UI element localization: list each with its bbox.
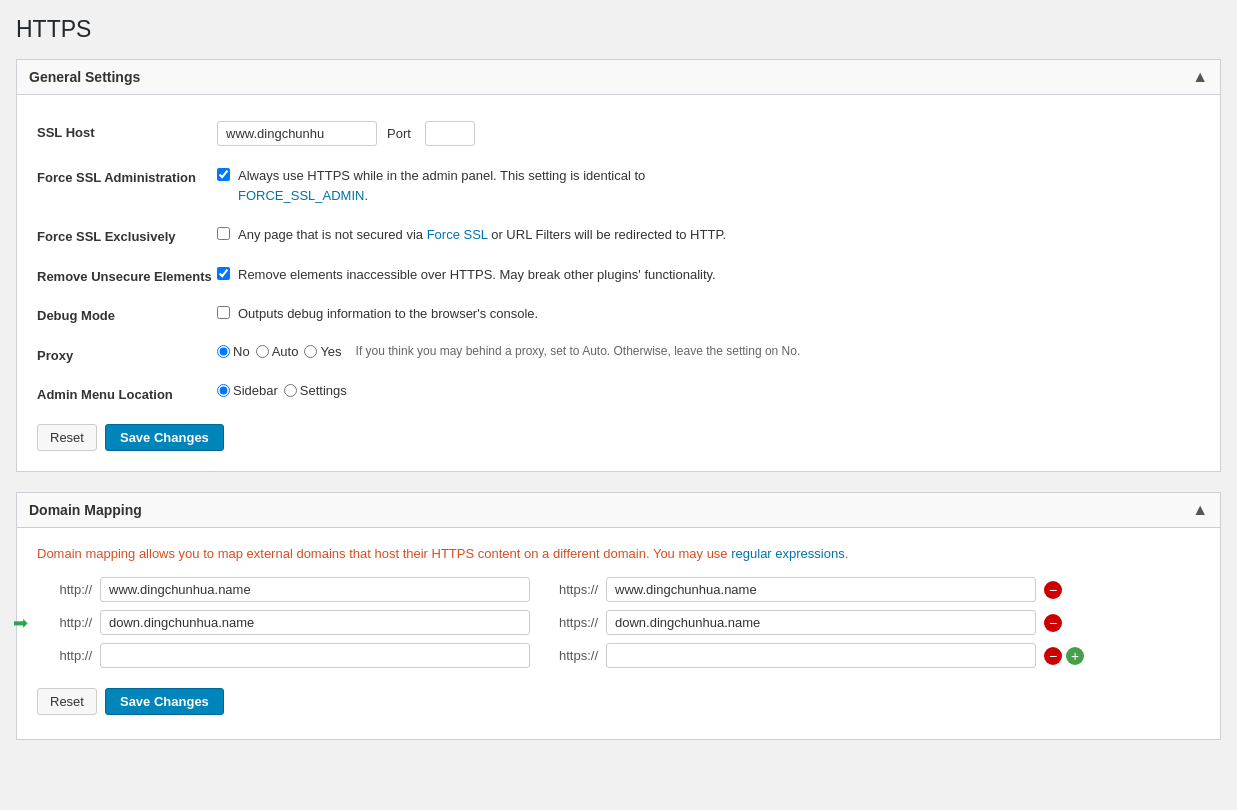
admin-menu-settings-label[interactable]: Settings: [284, 383, 347, 398]
force-ssl-exclusively-label: Force SSL Exclusively: [37, 225, 217, 244]
force-ssl-admin-label: Force SSL Administration: [37, 166, 217, 185]
force-ssl-exclusively-checkbox[interactable]: [217, 227, 230, 240]
remove-row2-button[interactable]: −: [1044, 614, 1062, 632]
force-ssl-admin-text: Always use HTTPS while in the admin pane…: [238, 166, 645, 205]
general-save-button[interactable]: Save Changes: [105, 424, 224, 451]
admin-menu-settings-radio[interactable]: [284, 384, 297, 397]
debug-mode-label: Debug Mode: [37, 304, 217, 323]
ssl-host-input[interactable]: [217, 121, 377, 146]
https-protocol-1: https://: [538, 582, 598, 597]
domain-mapping-body: Domain mapping allows you to map externa…: [17, 528, 1220, 740]
general-settings-toggle[interactable]: ▲: [1192, 68, 1208, 86]
proxy-control: No Auto Yes If you think you may behind …: [217, 344, 1200, 359]
force-ssl-admin-link[interactable]: FORCE_SSL_ADMIN: [238, 188, 364, 203]
domain-reset-button[interactable]: Reset: [37, 688, 97, 715]
force-ssl-admin-control: Always use HTTPS while in the admin pane…: [217, 166, 1200, 205]
http-protocol-2: http://: [37, 615, 92, 630]
general-reset-button[interactable]: Reset: [37, 424, 97, 451]
remove-unsecure-row: Remove Unsecure Elements Remove elements…: [37, 255, 1200, 295]
domain-mapping-buttons: Reset Save Changes: [37, 676, 1200, 719]
general-settings-header: General Settings ▲: [17, 60, 1220, 95]
regular-expressions-link[interactable]: regular expressions: [731, 546, 844, 561]
ssl-host-label: SSL Host: [37, 121, 217, 140]
port-label: Port: [387, 126, 411, 141]
proxy-hint: If you think you may behind a proxy, set…: [356, 344, 801, 358]
http-input-2[interactable]: [100, 610, 530, 635]
proxy-no-label[interactable]: No: [217, 344, 250, 359]
proxy-yes-radio[interactable]: [304, 345, 317, 358]
domain-row-2: ➡ http:// https:// −: [37, 610, 1200, 635]
http-protocol-1: http://: [37, 582, 92, 597]
admin-menu-row: Admin Menu Location Sidebar Settings: [37, 373, 1200, 412]
remove-unsecure-text: Remove elements inaccessible over HTTPS.…: [238, 265, 716, 285]
proxy-label: Proxy: [37, 344, 217, 363]
domain-save-button[interactable]: Save Changes: [105, 688, 224, 715]
row3-icons: − +: [1044, 647, 1084, 665]
remove-unsecure-label: Remove Unsecure Elements: [37, 265, 217, 284]
proxy-yes-label[interactable]: Yes: [304, 344, 341, 359]
https-protocol-3: https://: [538, 648, 598, 663]
proxy-auto-radio[interactable]: [256, 345, 269, 358]
debug-mode-text: Outputs debug information to the browser…: [238, 304, 538, 324]
general-settings-buttons: Reset Save Changes: [37, 412, 1200, 455]
https-input-3[interactable]: [606, 643, 1036, 668]
general-settings-panel: General Settings ▲ SSL Host Port Force S…: [16, 59, 1221, 472]
remove-row3-button[interactable]: −: [1044, 647, 1062, 665]
admin-menu-sidebar-radio[interactable]: [217, 384, 230, 397]
force-ssl-link[interactable]: Force SSL: [427, 227, 488, 242]
row1-icons: −: [1044, 581, 1062, 599]
https-input-1[interactable]: [606, 577, 1036, 602]
admin-menu-sidebar-label[interactable]: Sidebar: [217, 383, 278, 398]
page-title: HTTPS: [16, 16, 1221, 43]
debug-mode-checkbox[interactable]: [217, 306, 230, 319]
port-input[interactable]: [425, 121, 475, 146]
general-settings-body: SSL Host Port Force SSL Administration A…: [17, 95, 1220, 471]
domain-mapping-header: Domain Mapping ▲: [17, 493, 1220, 528]
proxy-row: Proxy No Auto Yes If you think you may b…: [37, 334, 1200, 373]
domain-mapping-title: Domain Mapping: [29, 502, 142, 518]
https-input-2[interactable]: [606, 610, 1036, 635]
debug-mode-row: Debug Mode Outputs debug information to …: [37, 294, 1200, 334]
proxy-no-radio[interactable]: [217, 345, 230, 358]
force-ssl-admin-checkbox[interactable]: [217, 168, 230, 181]
force-ssl-exclusively-text: Any page that is not secured via Force S…: [238, 225, 726, 245]
row2-icons: −: [1044, 614, 1062, 632]
force-ssl-exclusively-control: Any page that is not secured via Force S…: [217, 225, 1200, 245]
domain-row-3: http:// https:// − +: [37, 643, 1200, 668]
https-protocol-2: https://: [538, 615, 598, 630]
domain-mapping-panel: Domain Mapping ▲ Domain mapping allows y…: [16, 492, 1221, 741]
current-row-arrow: ➡: [13, 612, 28, 634]
admin-menu-label: Admin Menu Location: [37, 383, 217, 402]
http-input-1[interactable]: [100, 577, 530, 602]
remove-row1-button[interactable]: −: [1044, 581, 1062, 599]
ssl-host-control: Port: [217, 121, 1200, 146]
admin-menu-control: Sidebar Settings: [217, 383, 1200, 398]
force-ssl-exclusively-row: Force SSL Exclusively Any page that is n…: [37, 215, 1200, 255]
http-input-3[interactable]: [100, 643, 530, 668]
proxy-auto-label[interactable]: Auto: [256, 344, 299, 359]
http-protocol-3: http://: [37, 648, 92, 663]
domain-mapping-desc: Domain mapping allows you to map externa…: [37, 544, 1200, 564]
domain-row-1: http:// https:// −: [37, 577, 1200, 602]
domain-mapping-toggle[interactable]: ▲: [1192, 501, 1208, 519]
remove-unsecure-checkbox[interactable]: [217, 267, 230, 280]
remove-unsecure-control: Remove elements inaccessible over HTTPS.…: [217, 265, 1200, 285]
ssl-host-row: SSL Host Port: [37, 111, 1200, 156]
debug-mode-control: Outputs debug information to the browser…: [217, 304, 1200, 324]
force-ssl-admin-row: Force SSL Administration Always use HTTP…: [37, 156, 1200, 215]
general-settings-title: General Settings: [29, 69, 140, 85]
add-row-button[interactable]: +: [1066, 647, 1084, 665]
